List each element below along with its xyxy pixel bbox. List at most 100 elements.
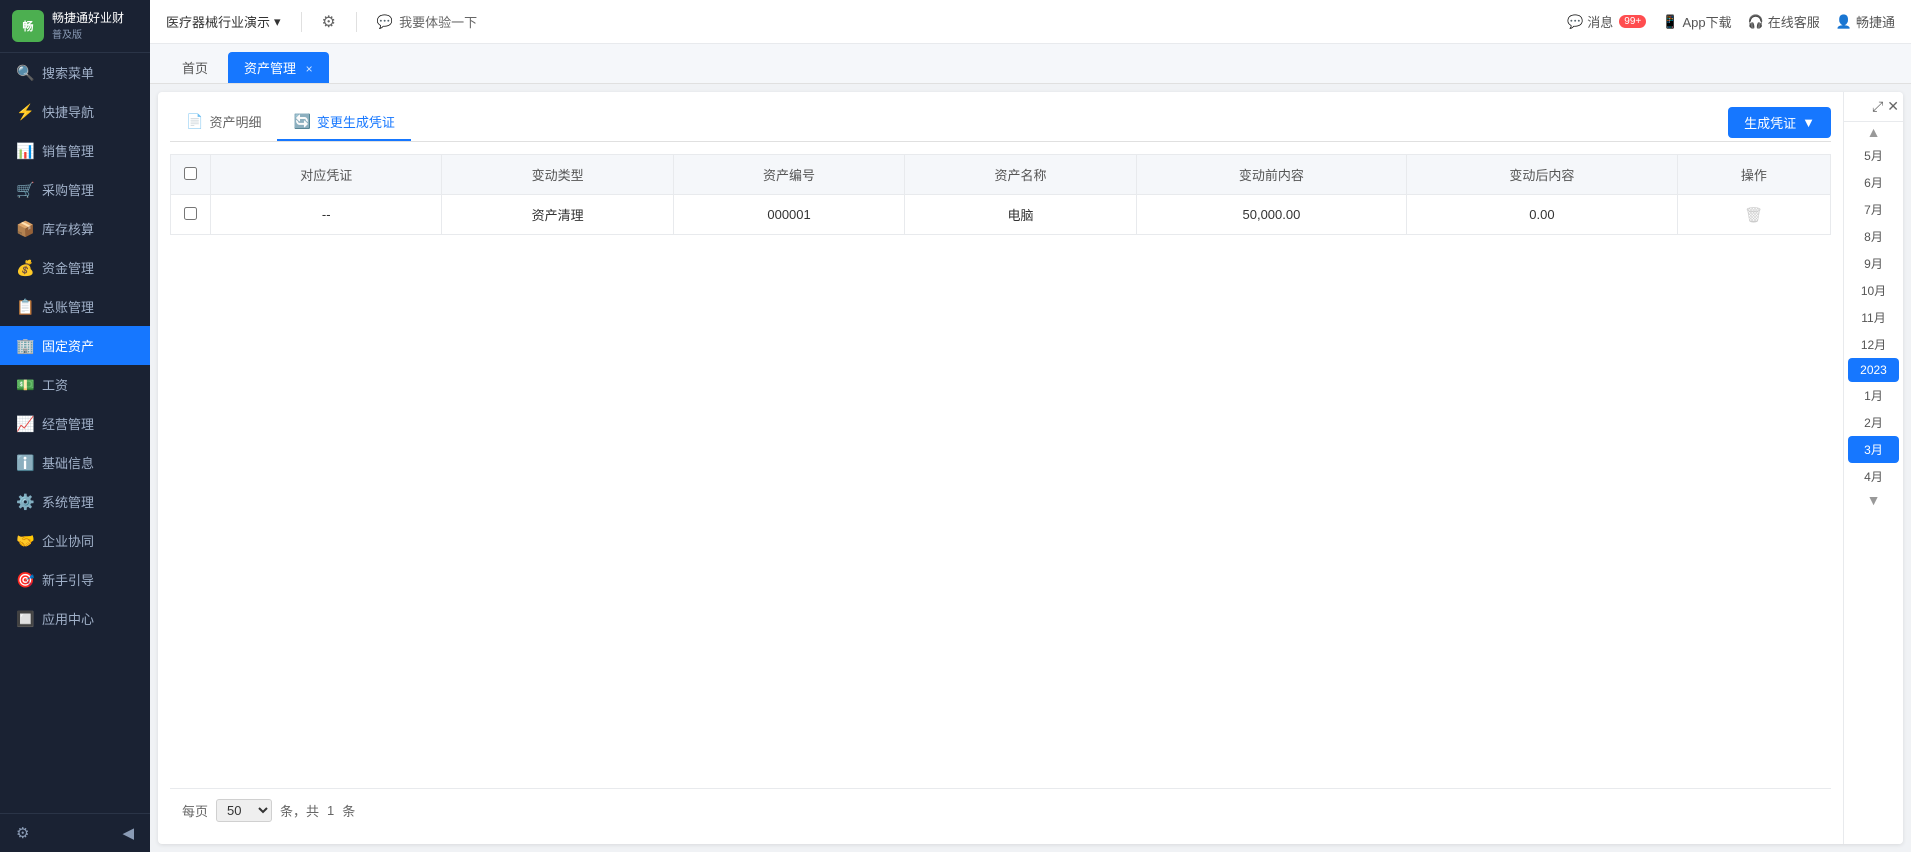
handshake-icon: 🤝 <box>16 532 34 550</box>
th-change-type: 变动类型 <box>442 155 673 195</box>
cell-voucher: -- <box>211 195 442 235</box>
sidebar-item-ledger[interactable]: 📋 总账管理 <box>0 287 150 326</box>
experience-button[interactable]: 💬 我要体验一下 <box>377 12 477 31</box>
delete-icon[interactable]: 🗑 <box>1744 207 1763 224</box>
salary-icon: 💵 <box>16 376 34 394</box>
clipboard-icon: 📋 <box>16 298 34 316</box>
date-item-2023-3[interactable]: 3月 <box>1848 436 1899 463</box>
date-nav-up[interactable]: ▲ <box>1864 122 1884 142</box>
sidebar-item-inventory[interactable]: 📦 库存核算 <box>0 209 150 248</box>
tab-active-label: 资产管理 <box>244 61 296 76</box>
refresh-icon: 🔄 <box>293 113 310 130</box>
sidebar-item-operations[interactable]: 📈 经营管理 <box>0 404 150 443</box>
sub-tab-detail[interactable]: 📄 资产明细 <box>170 104 277 141</box>
sidebar-item-funds[interactable]: 💰 资金管理 <box>0 248 150 287</box>
download-icon: 📱 <box>1662 14 1678 30</box>
chat-icon: 💬 <box>377 14 393 30</box>
settings-bottom-icon[interactable]: ⚙ <box>16 824 29 842</box>
sidebar-item-system[interactable]: ⚙️ 系统管理 <box>0 482 150 521</box>
sidebar-item-label: 销售管理 <box>42 141 94 160</box>
tab-close-icon[interactable]: × <box>306 62 313 76</box>
message-icon: 💬 <box>1567 14 1583 30</box>
date-item-2023-4[interactable]: 4月 <box>1844 463 1903 490</box>
customer-service-button[interactable]: 🎧 在线客服 <box>1748 12 1820 31</box>
date-item-6[interactable]: 6月 <box>1844 169 1903 196</box>
sidebar-item-quicknav[interactable]: ⚡ 快捷导航 <box>0 92 150 131</box>
sub-tab-voucher[interactable]: 🔄 变更生成凭证 <box>277 104 410 141</box>
right-panel-header: ⤢ ✕ <box>1844 92 1903 122</box>
row-checkbox[interactable] <box>184 207 197 220</box>
date-item-2023-1[interactable]: 1月 <box>1844 382 1903 409</box>
th-voucher: 对应凭证 <box>211 155 442 195</box>
expand-icon[interactable]: ⤢ <box>1872 98 1883 115</box>
pagination-total-unit: 条 <box>342 801 355 820</box>
cell-asset-no: 000001 <box>673 195 904 235</box>
main-area: 医疗器械行业演示 ▾ ⚙ 💬 我要体验一下 💬 消息 99+ 📱 App下载 🎧… <box>150 0 1911 852</box>
tab-bar: 首页 资产管理 × <box>150 44 1911 84</box>
date-nav-down[interactable]: ▼ <box>1864 490 1884 510</box>
sidebar-item-fixed[interactable]: 🏢 固定资产 <box>0 326 150 365</box>
app-download-button[interactable]: 📱 App下载 <box>1662 12 1731 31</box>
building-icon: 🏢 <box>16 337 34 355</box>
generate-voucher-button[interactable]: 生成凭证 ▼ <box>1728 107 1831 138</box>
message-label: 消息 <box>1587 12 1613 31</box>
cell-before-change: 50,000.00 <box>1136 195 1406 235</box>
table-container: 对应凭证 变动类型 资产编号 资产名称 变动前内容 变动后内容 操作 <box>170 154 1831 788</box>
company-selector[interactable]: 医疗器械行业演示 ▾ <box>166 12 281 31</box>
sidebar-item-label: 搜索菜单 <box>42 63 94 82</box>
date-item-12[interactable]: 12月 <box>1844 331 1903 358</box>
date-item-2023-2[interactable]: 2月 <box>1844 409 1903 436</box>
date-item-10[interactable]: 10月 <box>1844 277 1903 304</box>
sidebar-item-label: 库存核算 <box>42 219 94 238</box>
inner-content: 📄 资产明细 🔄 变更生成凭证 生成凭证 ▼ <box>158 92 1843 844</box>
sidebar-item-salary[interactable]: 💵 工资 <box>0 365 150 404</box>
sidebar-item-apps[interactable]: 🔲 应用中心 <box>0 599 150 638</box>
message-button[interactable]: 💬 消息 99+ <box>1567 12 1646 31</box>
user-icon: 👤 <box>1836 14 1852 30</box>
sidebar-item-guide[interactable]: 🎯 新手引导 <box>0 560 150 599</box>
sidebar-item-label: 企业协同 <box>42 531 94 550</box>
tab-home[interactable]: 首页 <box>166 52 224 83</box>
date-item-7[interactable]: 7月 <box>1844 196 1903 223</box>
th-after-change: 变动后内容 <box>1407 155 1677 195</box>
topbar-settings-icon[interactable]: ⚙ <box>322 12 336 32</box>
sidebar-item-purchase[interactable]: 🛒 采购管理 <box>0 170 150 209</box>
th-operation: 操作 <box>1677 155 1830 195</box>
sidebar-item-label: 应用中心 <box>42 609 94 628</box>
right-panel: ⤢ ✕ ▲ 5月 6月 7月 8月 9月 10月 11月 12月 2023 1月… <box>1843 92 1903 844</box>
topbar: 医疗器械行业演示 ▾ ⚙ 💬 我要体验一下 💬 消息 99+ 📱 App下载 🎧… <box>150 0 1911 44</box>
generate-label: 生成凭证 <box>1744 113 1796 132</box>
money-icon: 💰 <box>16 259 34 277</box>
document-icon: 📄 <box>186 113 203 130</box>
year-2023-label[interactable]: 2023 <box>1848 358 1899 382</box>
cell-asset-name: 电脑 <box>905 195 1136 235</box>
customer-service-label: 在线客服 <box>1768 12 1820 31</box>
cell-after-change: 0.00 <box>1407 195 1677 235</box>
sidebar-item-enterprise[interactable]: 🤝 企业协同 <box>0 521 150 560</box>
date-item-8[interactable]: 8月 <box>1844 223 1903 250</box>
sidebar-item-label: 系统管理 <box>42 492 94 511</box>
pagination-bar: 每页 50 10 20 100 条，共 1 条 <box>170 788 1831 832</box>
collapse-icon[interactable]: ◀ <box>122 824 134 842</box>
sidebar: 畅 畅捷通好业财 普及版 🔍 搜索菜单 ⚡ 快捷导航 📊 销售管理 🛒 采购管理… <box>0 0 150 852</box>
sub-tab-detail-label: 资产明细 <box>209 112 261 131</box>
operations-icon: 📈 <box>16 415 34 433</box>
tab-asset-management[interactable]: 资产管理 × <box>228 52 329 83</box>
sidebar-nav: 🔍 搜索菜单 ⚡ 快捷导航 📊 销售管理 🛒 采购管理 📦 库存核算 💰 资金管… <box>0 53 150 813</box>
sidebar-item-label: 基础信息 <box>42 453 94 472</box>
sidebar-item-sales[interactable]: 📊 销售管理 <box>0 131 150 170</box>
asset-table: 对应凭证 变动类型 资产编号 资产名称 变动前内容 变动后内容 操作 <box>170 154 1831 235</box>
pagination-total: 1 <box>327 803 334 818</box>
sidebar-item-basic[interactable]: ℹ️ 基础信息 <box>0 443 150 482</box>
date-item-5[interactable]: 5月 <box>1844 142 1903 169</box>
logo-subtitle: 普及版 <box>52 26 124 41</box>
date-item-9[interactable]: 9月 <box>1844 250 1903 277</box>
sub-tab-voucher-label: 变更生成凭证 <box>317 112 395 131</box>
cell-change-type: 资产清理 <box>442 195 673 235</box>
page-size-select[interactable]: 50 10 20 100 <box>216 799 272 822</box>
user-profile[interactable]: 👤 畅捷通 <box>1836 12 1895 31</box>
select-all-checkbox[interactable] <box>184 167 197 180</box>
close-icon[interactable]: ✕ <box>1887 98 1899 115</box>
date-item-11[interactable]: 11月 <box>1844 304 1903 331</box>
sidebar-item-search[interactable]: 🔍 搜索菜单 <box>0 53 150 92</box>
